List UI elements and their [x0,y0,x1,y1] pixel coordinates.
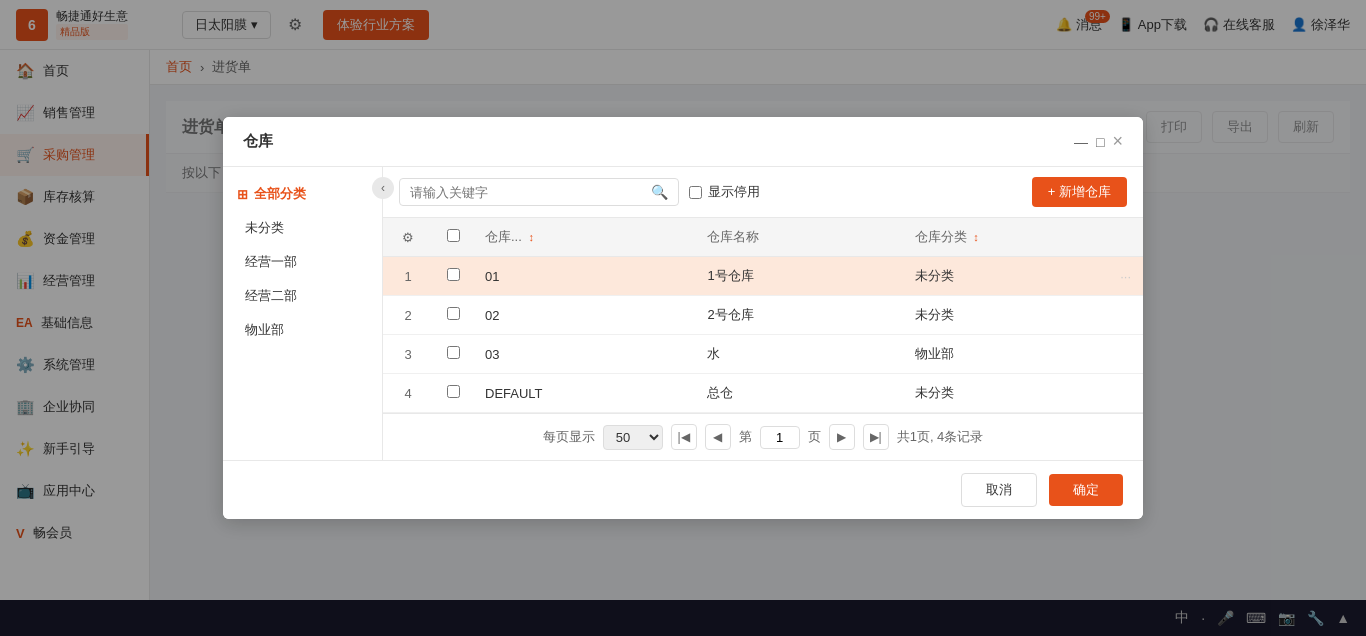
cell-seq: 2 [383,296,433,335]
table-row[interactable]: 2 02 2号仓库 未分类 [383,296,1143,335]
sort-category-icon: ↕ [973,231,979,243]
cell-name: 水 [695,335,902,374]
table-body: 1 01 1号仓库 未分类 ··· 2 02 2号仓库 未分类 3 03 水 物… [383,257,1143,413]
table-header-row: ⚙ 仓库... ↕ 仓库名称 [383,218,1143,257]
select-all-checkbox[interactable] [447,229,460,242]
page-suffix: 页 [808,428,821,446]
cell-checkbox[interactable] [433,335,473,374]
cell-code: 01 [473,257,695,296]
cell-code: 03 [473,335,695,374]
table-wrap: ⚙ 仓库... ↕ 仓库名称 [383,218,1143,413]
search-input-wrap: 🔍 [399,178,679,206]
modal-title: 仓库 [243,132,273,151]
all-category-header[interactable]: ⊞ 全部分类 [223,177,382,211]
modal-minimize-button[interactable]: — [1074,134,1088,150]
category-item-2[interactable]: 经营二部 [223,279,382,313]
show-disabled-input[interactable] [689,186,702,199]
sort-code-icon: ↕ [528,231,534,243]
modal-close-button[interactable]: × [1112,131,1123,152]
cell-seq: 4 [383,374,433,413]
cell-category: 未分类 [903,374,1143,412]
row-checkbox[interactable] [447,307,460,320]
grid-icon: ⊞ [237,187,248,202]
modal-body: ⊞ 全部分类 ‹ 未分类 经营一部 经营二部 物业部 [223,167,1143,460]
category-item-0[interactable]: 未分类 [223,211,382,245]
show-disabled-label: 显示停用 [708,183,760,201]
col-checkbox [433,218,473,257]
warehouse-modal: 仓库 — □ × ⊞ 全部分类 ‹ 未分类 经营一部 [223,117,1143,519]
category-collapse-button[interactable]: ‹ [372,177,394,199]
warehouse-table: ⚙ 仓库... ↕ 仓库名称 [383,218,1143,413]
cell-name: 2号仓库 [695,296,902,335]
row-checkbox[interactable] [447,268,460,281]
modal-header: 仓库 — □ × [223,117,1143,167]
content-panel: 🔍 显示停用 + 新增仓库 ⚙ [383,167,1143,460]
cell-checkbox[interactable] [433,296,473,335]
cell-category: 未分类 ··· [903,257,1143,295]
cell-code: 02 [473,296,695,335]
cell-seq: 1 [383,257,433,296]
show-disabled-checkbox[interactable]: 显示停用 [689,183,760,201]
cell-category: 未分类 [903,296,1143,334]
last-page-button[interactable]: ▶| [863,424,889,450]
cell-checkbox[interactable] [433,257,473,296]
cell-code: DEFAULT [473,374,695,413]
add-warehouse-button[interactable]: + 新增仓库 [1032,177,1127,207]
table-row[interactable]: 3 03 水 物业部 [383,335,1143,374]
search-icon[interactable]: 🔍 [651,184,668,200]
category-item-1[interactable]: 经营一部 [223,245,382,279]
pagination: 每页显示 50 100 |◀ ◀ 第 1 页 ▶ ▶| 共1页, 4条记录 [383,413,1143,460]
col-code: 仓库... ↕ [473,218,695,257]
settings-icon: ⚙ [402,230,414,245]
category-item-3[interactable]: 物业部 [223,313,382,347]
next-page-button[interactable]: ▶ [829,424,855,450]
cell-checkbox[interactable] [433,374,473,413]
all-category-label: 全部分类 [254,185,306,203]
first-page-button[interactable]: |◀ [671,424,697,450]
search-bar: 🔍 显示停用 + 新增仓库 [383,167,1143,218]
row-actions: ··· [1120,269,1131,284]
cell-name: 1号仓库 [695,257,902,296]
col-category: 仓库分类 ↕ [903,218,1143,257]
row-checkbox[interactable] [447,385,460,398]
cancel-button[interactable]: 取消 [961,473,1037,507]
page-number-input[interactable]: 1 [760,426,800,449]
per-page-label: 每页显示 [543,428,595,446]
category-panel: ⊞ 全部分类 ‹ 未分类 经营一部 经营二部 物业部 [223,167,383,460]
page-size-select[interactable]: 50 100 [603,425,663,450]
row-checkbox[interactable] [447,346,460,359]
cell-name: 总仓 [695,374,902,413]
table-row[interactable]: 4 DEFAULT 总仓 未分类 [383,374,1143,413]
prev-page-button[interactable]: ◀ [705,424,731,450]
total-info: 共1页, 4条记录 [897,428,984,446]
confirm-button[interactable]: 确定 [1049,474,1123,506]
cell-seq: 3 [383,335,433,374]
modal-maximize-button[interactable]: □ [1096,134,1104,150]
table-row[interactable]: 1 01 1号仓库 未分类 ··· [383,257,1143,296]
modal-overlay: 仓库 — □ × ⊞ 全部分类 ‹ 未分类 经营一部 [0,0,1366,636]
cell-category: 物业部 [903,335,1143,373]
page-label: 第 [739,428,752,446]
modal-footer: 取消 确定 [223,460,1143,519]
search-input[interactable] [410,185,651,200]
col-name: 仓库名称 [695,218,902,257]
col-gear: ⚙ [383,218,433,257]
